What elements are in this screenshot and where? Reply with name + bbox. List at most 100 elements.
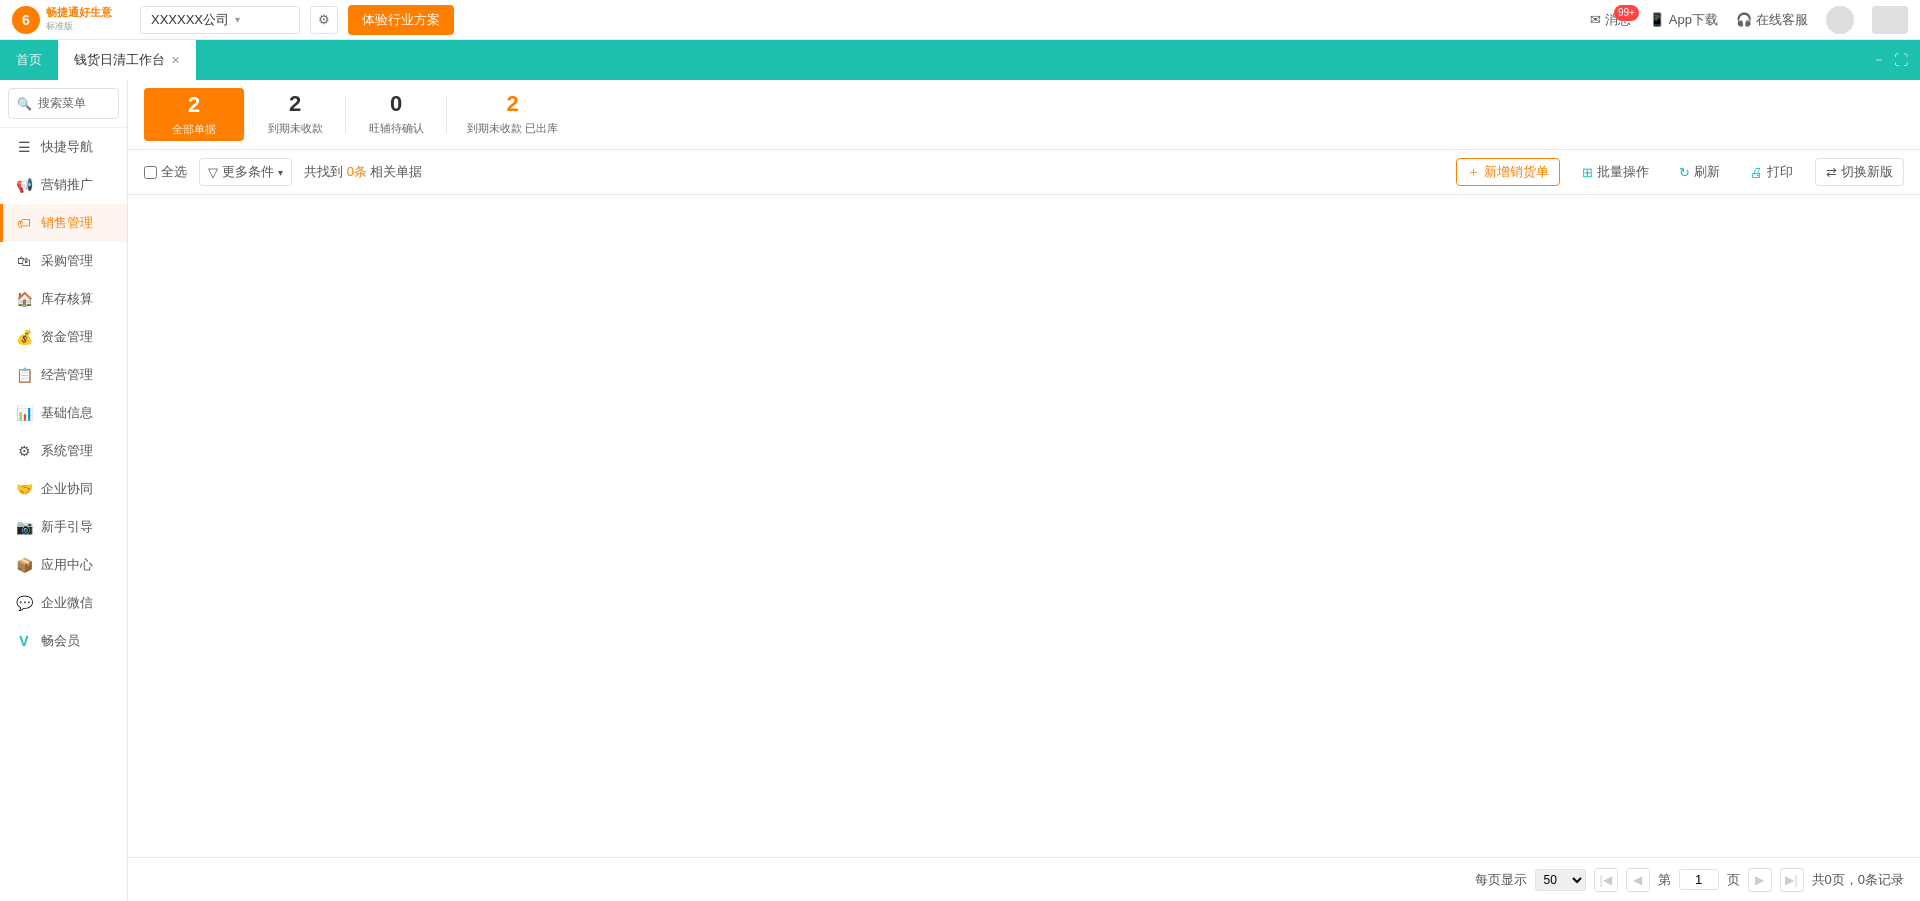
finance-icon: 💰 [15,328,33,346]
cooperation-icon: 🤝 [15,480,33,498]
page-end-label: 页 [1727,871,1740,889]
switch-version-button[interactable]: ⇄ 切换新版 [1815,158,1904,186]
all-label: 全部单据 [172,122,216,137]
page-size-select[interactable]: 50 100 200 [1535,869,1586,891]
summary-tab-overdue[interactable]: 2 到期未收款 [245,80,345,149]
page-label: 第 [1658,871,1671,889]
sidebar-label-member: 畅会员 [41,632,80,650]
minimize-icon[interactable]: － [1872,51,1886,69]
select-all-input[interactable] [144,166,157,179]
messages-badge: 99+ [1614,5,1639,21]
new-sales-label: 新增销货单 [1484,163,1549,181]
summary-tab-pending[interactable]: 0 旺辅待确认 [346,80,446,149]
sidebar-label-system: 系统管理 [41,442,93,460]
chevron-down-icon: ▾ [235,14,240,25]
sidebar-label-purchase: 采购管理 [41,252,93,270]
sidebar-item-cooperation[interactable]: 🤝 企业协同 [0,470,127,508]
pending-count: 0 [390,91,402,117]
operations-icon: 📋 [15,366,33,384]
user-profile-area[interactable] [1872,6,1908,34]
found-prefix: 共找到 [304,164,343,179]
company-selector[interactable]: XXXXXX公司 ▾ [140,6,300,34]
select-all-label: 全选 [161,163,187,181]
refresh-button[interactable]: ↻ 刷新 [1671,159,1728,185]
nav-tabs: 首页 钱货日清工作台 ✕ － ⛶ [0,40,1920,80]
last-page-button[interactable]: ▶| [1780,868,1804,892]
filter-button[interactable]: ▽ 更多条件 ▾ [199,158,292,186]
sidebar-label-quick-nav: 快捷导航 [41,138,93,156]
search-menu-button[interactable]: 🔍 搜索菜单 [8,88,119,119]
sidebar-label-app-center: 应用中心 [41,556,93,574]
table-area [128,195,1920,857]
filter-icon: ▽ [208,165,218,180]
sidebar-item-member[interactable]: V 畅会员 [0,622,127,660]
header-center-actions: ⚙ 体验行业方案 [310,5,454,35]
sales-icon: 🏷 [15,214,33,232]
sidebar-item-system[interactable]: ⚙ 系统管理 [0,432,127,470]
online-service-button[interactable]: 🎧 在线客服 [1736,11,1808,29]
app-download-button[interactable]: 📱 App下载 [1649,11,1718,29]
print-button[interactable]: 🖨 打印 [1742,159,1801,185]
main-layout: 🔍 搜索菜单 ☰ 快捷导航 📢 营销推广 🏷 销售管理 🛍 采购管理 🏠 库存核… [0,80,1920,901]
found-count: 0条 [347,164,367,179]
sidebar-item-inventory[interactable]: 🏠 库存核算 [0,280,127,318]
overdue-count: 2 [289,91,301,117]
overdue-out-label: 到期未收款 已出库 [467,121,558,136]
next-page-button[interactable]: ▶ [1748,868,1772,892]
switch-icon: ⇄ [1826,165,1837,180]
logo-icon: 6 [12,6,40,34]
print-icon: 🖨 [1750,165,1763,180]
print-label: 打印 [1767,163,1793,181]
found-suffix: 相关单据 [370,164,422,179]
sidebar-label-finance: 资金管理 [41,328,93,346]
summary-tab-overdue-out[interactable]: 2 到期未收款 已出库 [447,80,578,149]
home-tab-label: 首页 [16,51,42,69]
first-page-button[interactable]: |◀ [1594,868,1618,892]
maximize-icon[interactable]: ⛶ [1894,52,1908,68]
select-all-checkbox[interactable]: 全选 [144,163,187,181]
sidebar-label-wechat: 企业微信 [41,594,93,612]
tab-qianhuoriqing[interactable]: 钱货日清工作台 ✕ [58,40,196,80]
batch-operation-button[interactable]: ⊞ 批量操作 [1574,159,1657,185]
settings-button[interactable]: ⚙ [310,6,338,34]
sidebar-item-basic-info[interactable]: 📊 基础信息 [0,394,127,432]
search-icon: 🔍 [17,97,32,111]
avatar[interactable] [1826,6,1854,34]
pending-label: 旺辅待确认 [369,121,424,136]
sidebar-item-guide[interactable]: 📷 新手引导 [0,508,127,546]
inventory-icon: 🏠 [15,290,33,308]
switch-label: 切换新版 [1841,163,1893,181]
sidebar: 🔍 搜索菜单 ☰ 快捷导航 📢 营销推广 🏷 销售管理 🛍 采购管理 🏠 库存核… [0,80,128,901]
sidebar-item-quick-nav[interactable]: ☰ 快捷导航 [0,128,127,166]
sidebar-item-sales[interactable]: 🏷 销售管理 [0,204,127,242]
marketing-icon: 📢 [15,176,33,194]
page-number-input[interactable] [1679,869,1719,890]
top-header: 6 畅捷通好生意 标准版 XXXXXX公司 ▾ ⚙ 体验行业方案 ✉ 消息 99… [0,0,1920,40]
summary-tab-all[interactable]: 2 全部单据 [144,88,244,141]
sidebar-item-app-center[interactable]: 📦 应用中心 [0,546,127,584]
tab-home[interactable]: 首页 [0,40,58,80]
pagination-bar: 每页显示 50 100 200 |◀ ◀ 第 页 ▶ ▶| 共0页，0条记录 [128,857,1920,901]
sidebar-item-marketing[interactable]: 📢 营销推广 [0,166,127,204]
trial-button[interactable]: 体验行业方案 [348,5,454,35]
guide-icon: 📷 [15,518,33,536]
sidebar-label-inventory: 库存核算 [41,290,93,308]
search-menu-label: 搜索菜单 [38,95,86,112]
new-sales-button[interactable]: ＋ 新增销货单 [1456,158,1560,186]
online-service-label: 在线客服 [1756,11,1808,29]
logo-text-area: 畅捷通好生意 标准版 [46,6,112,32]
download-icon: 📱 [1649,12,1665,27]
purchase-icon: 🛍 [15,252,33,270]
sidebar-item-purchase[interactable]: 🛍 采购管理 [0,242,127,280]
found-text: 共找到 0条 相关单据 [304,163,422,181]
logo-title: 畅捷通好生意 [46,6,112,19]
sidebar-item-operations[interactable]: 📋 经营管理 [0,356,127,394]
messages-button[interactable]: ✉ 消息 99+ [1590,11,1631,29]
sidebar-item-wechat[interactable]: 💬 企业微信 [0,584,127,622]
logo-area: 6 畅捷通好生意 标准版 [12,6,140,34]
prev-page-button[interactable]: ◀ [1626,868,1650,892]
page-size-prefix: 每页显示 [1475,871,1527,889]
close-icon[interactable]: ✕ [171,54,180,67]
basic-info-icon: 📊 [15,404,33,422]
sidebar-item-finance[interactable]: 💰 资金管理 [0,318,127,356]
